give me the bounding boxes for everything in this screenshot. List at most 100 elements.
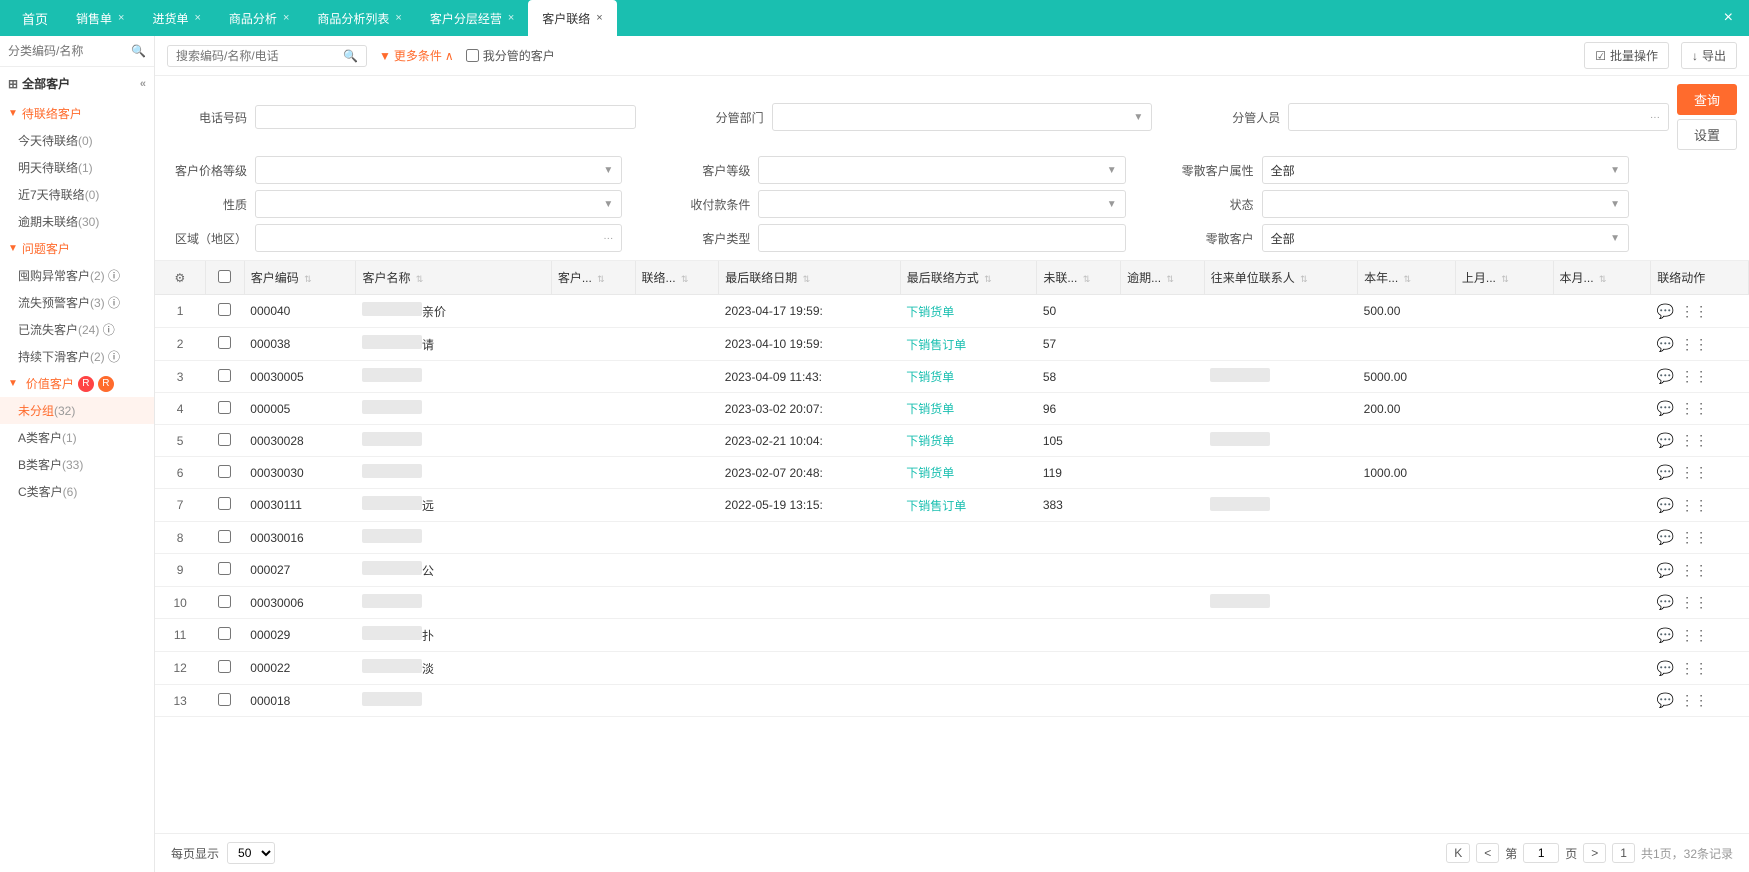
row-last-method[interactable]: 下销货单 (900, 457, 1037, 489)
row-checkbox[interactable] (218, 660, 231, 673)
my-customers-filter[interactable]: 我分管的客户 (466, 47, 555, 64)
close-icon[interactable]: × (395, 12, 401, 24)
sidebar-item-a-class[interactable]: A类客户(1) (0, 424, 154, 451)
sidebar-item-7days[interactable]: 近7天待联络(0) (0, 181, 154, 208)
price-level-select[interactable]: ▼ (255, 156, 622, 184)
sidebar-item-tomorrow[interactable]: 明天待联络(1) (0, 154, 154, 181)
more-icon[interactable]: ⋮⋮ (1680, 497, 1708, 514)
sidebar-item-b-class[interactable]: B类客户(33) (0, 451, 154, 478)
sidebar-item-today[interactable]: 今天待联络(0) (0, 127, 154, 154)
chat-icon[interactable]: 💬 (1657, 692, 1674, 709)
row-checkbox[interactable] (218, 627, 231, 640)
more-icon[interactable]: ⋮⋮ (1680, 627, 1708, 644)
sidebar-group-pending[interactable]: ▼ 待联络客户 (0, 100, 154, 127)
chat-icon[interactable]: 💬 (1657, 368, 1674, 385)
more-icon[interactable]: ⋮⋮ (1680, 594, 1708, 611)
dept-select[interactable]: ▼ (772, 103, 1153, 131)
more-icon[interactable]: ⋮⋮ (1680, 529, 1708, 546)
nav-tab-purchase[interactable]: 进货单 × (138, 0, 214, 36)
filter-more-conditions[interactable]: ▼ 更多条件 ∧ (379, 47, 454, 64)
nav-tab-analysis-list[interactable]: 商品分析列表 × (303, 0, 415, 36)
sidebar-item-overdue[interactable]: 逾期未联络(30) (0, 208, 154, 235)
sort-icon[interactable]: ⇅ (1599, 274, 1607, 284)
sidebar-group-value[interactable]: ▼ 价值客户 R R (0, 370, 154, 397)
gender-select[interactable]: ▼ (255, 190, 622, 218)
last-page-button[interactable]: 1 (1612, 843, 1635, 863)
more-icon[interactable]: ⋮⋮ (1680, 303, 1708, 320)
sidebar-search-input[interactable] (8, 44, 127, 58)
more-icon[interactable]: ⋮⋮ (1680, 432, 1708, 449)
my-customers-checkbox[interactable] (466, 49, 479, 62)
col-checkbox-header[interactable] (205, 261, 244, 295)
export-button[interactable]: ↓ 导出 (1681, 42, 1737, 69)
customer-level-select[interactable]: ▼ (758, 156, 1125, 184)
more-icon[interactable]: ⋮⋮ (1680, 660, 1708, 677)
sort-icon[interactable]: ⇅ (681, 274, 689, 284)
chat-icon[interactable]: 💬 (1657, 562, 1674, 579)
more-icon[interactable]: ⋮⋮ (1680, 336, 1708, 353)
sort-icon[interactable]: ⇅ (1166, 274, 1174, 284)
sidebar-group-problem[interactable]: ▼ 问题客户 (0, 235, 154, 262)
select-all-checkbox[interactable] (218, 270, 231, 283)
manager-select[interactable]: ··· (1288, 103, 1669, 131)
last-method-link[interactable]: 下销售订单 (906, 499, 966, 513)
row-checkbox[interactable] (218, 562, 231, 575)
prev-page-button[interactable]: < (1476, 843, 1499, 863)
row-checkbox[interactable] (218, 595, 231, 608)
row-checkbox[interactable] (218, 433, 231, 446)
sidebar-item-c-class[interactable]: C类客户(6) (0, 478, 154, 505)
sidebar-item-churned[interactable]: 已流失客户(24) ⓘ (0, 316, 154, 343)
more-icon[interactable]: ⋮⋮ (1680, 368, 1708, 385)
last-method-link[interactable]: 下销货单 (906, 466, 954, 480)
row-last-method[interactable] (900, 685, 1037, 717)
retail-customer-select[interactable]: 全部 ▼ (1262, 224, 1629, 252)
sort-icon[interactable]: ⇅ (984, 274, 992, 284)
last-method-link[interactable]: 下销货单 (906, 402, 954, 416)
row-last-method[interactable] (900, 522, 1037, 554)
chat-icon[interactable]: 💬 (1657, 303, 1674, 320)
chat-icon[interactable]: 💬 (1657, 594, 1674, 611)
last-method-link[interactable]: 下销货单 (906, 434, 954, 448)
close-icon[interactable]: × (283, 12, 289, 24)
last-method-link[interactable]: 下销货单 (906, 305, 954, 319)
chat-icon[interactable]: 💬 (1657, 660, 1674, 677)
col-settings[interactable]: ⚙ (155, 261, 205, 295)
row-checkbox[interactable] (218, 401, 231, 414)
last-method-link[interactable]: 下销售订单 (906, 338, 966, 352)
status-select[interactable]: ▼ (1262, 190, 1629, 218)
row-last-method[interactable]: 下销售订单 (900, 489, 1037, 522)
row-checkbox[interactable] (218, 693, 231, 706)
row-last-method[interactable] (900, 554, 1037, 587)
last-method-link[interactable]: 下销货单 (906, 370, 954, 384)
payment-select[interactable]: ▼ (758, 190, 1125, 218)
per-page-select[interactable]: 50 (227, 842, 275, 864)
chat-icon[interactable]: 💬 (1657, 529, 1674, 546)
row-last-method[interactable]: 下销售订单 (900, 328, 1037, 361)
sort-icon[interactable]: ⇅ (1300, 274, 1308, 284)
next-page-button[interactable]: > (1583, 843, 1606, 863)
row-last-method[interactable]: 下销货单 (900, 361, 1037, 393)
row-last-method[interactable]: 下销货单 (900, 295, 1037, 328)
sidebar-item-abnormal[interactable]: 囤购异常客户(2) ⓘ (0, 262, 154, 289)
row-last-method[interactable] (900, 587, 1037, 619)
chat-icon[interactable]: 💬 (1657, 464, 1674, 481)
row-last-method[interactable]: 下销货单 (900, 393, 1037, 425)
nav-tab-analysis[interactable]: 商品分析 × (215, 0, 303, 36)
close-icon[interactable]: × (194, 12, 200, 24)
chat-icon[interactable]: 💬 (1657, 400, 1674, 417)
first-page-button[interactable]: K (1446, 843, 1470, 863)
phone-input[interactable] (255, 105, 636, 129)
sort-icon[interactable]: ⇅ (803, 274, 811, 284)
chat-icon[interactable]: 💬 (1657, 432, 1674, 449)
chat-icon[interactable]: 💬 (1657, 336, 1674, 353)
row-checkbox[interactable] (218, 369, 231, 382)
nav-home[interactable]: 首页 (8, 0, 62, 36)
query-button[interactable]: 查询 (1677, 84, 1737, 115)
settings-icon[interactable]: ⚙ (174, 271, 185, 285)
nav-tab-sales[interactable]: 销售单 × (62, 0, 138, 36)
row-checkbox[interactable] (218, 465, 231, 478)
sidebar-all-customers[interactable]: ⊞ 全部客户 « (0, 67, 154, 100)
row-checkbox[interactable] (218, 497, 231, 510)
filter-search-input[interactable] (176, 49, 339, 63)
chat-icon[interactable]: 💬 (1657, 497, 1674, 514)
